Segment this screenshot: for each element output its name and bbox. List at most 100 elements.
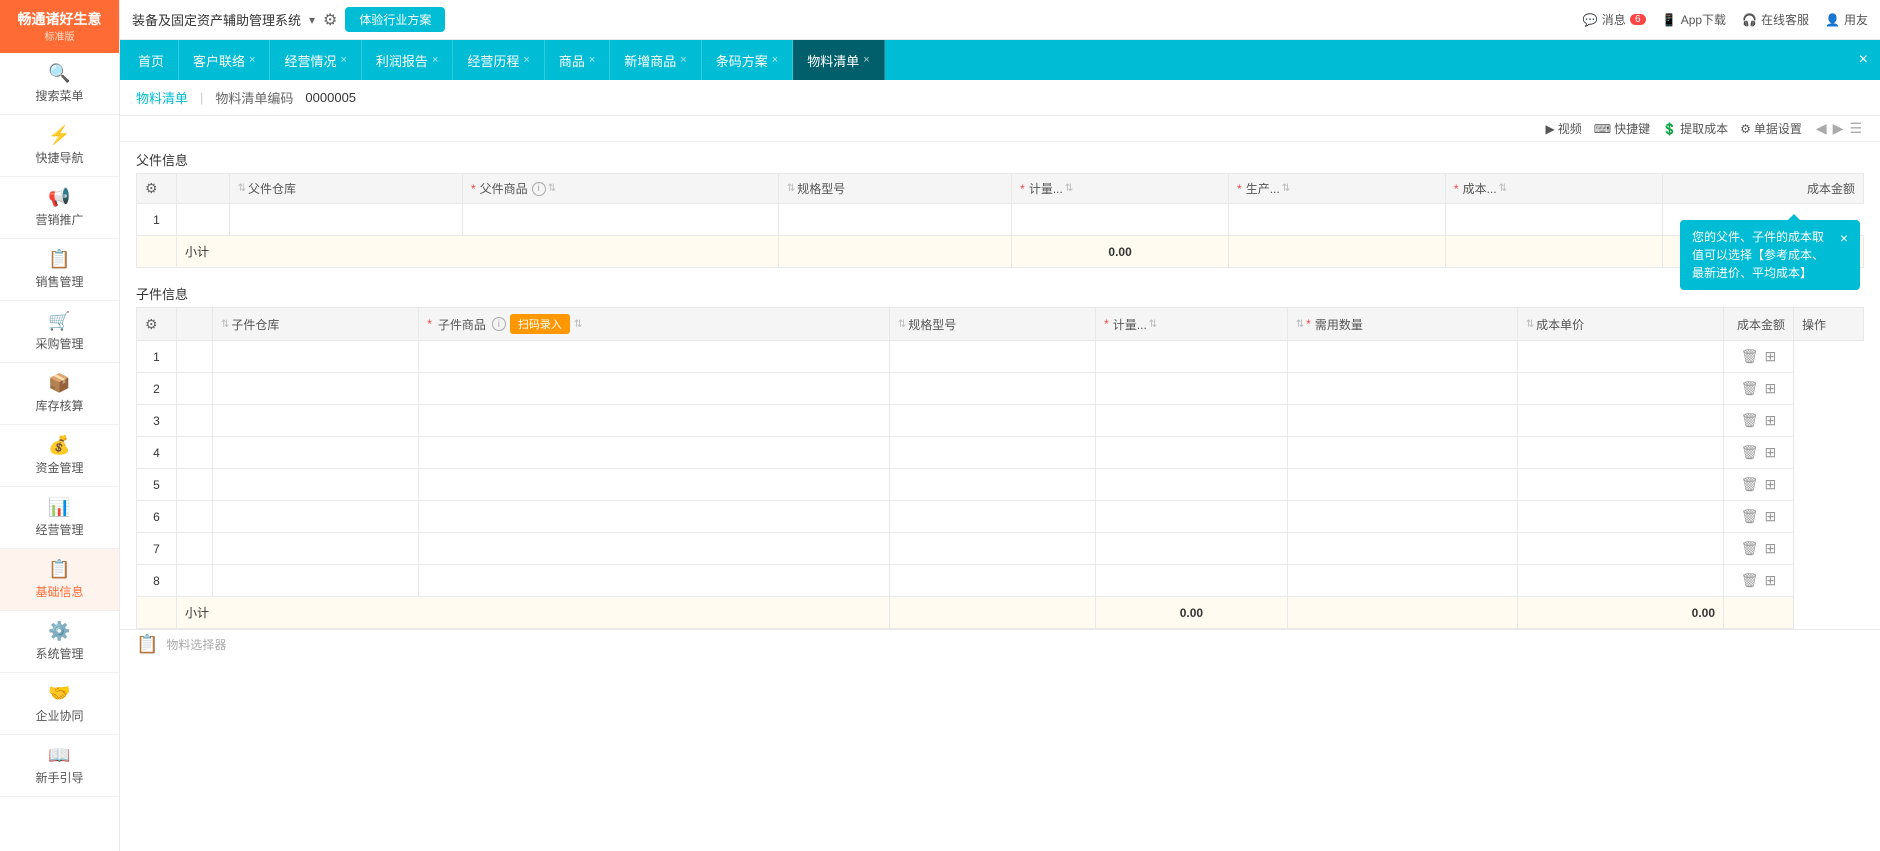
delete-icon[interactable]: 🗑 xyxy=(1741,348,1759,365)
sidebar-item-search[interactable]: 🔍 搜索菜单 xyxy=(0,53,119,115)
tab-home[interactable]: 首页 xyxy=(124,40,179,80)
row-warehouse[interactable] xyxy=(177,373,213,405)
sidebar-item-collab[interactable]: 🤝 企业协同 xyxy=(0,673,119,735)
sort-icon[interactable]: ⇅ xyxy=(221,319,229,330)
info-icon[interactable]: i xyxy=(532,182,546,196)
delete-icon[interactable]: 🗑 xyxy=(1741,540,1759,557)
nav-menu-btn[interactable]: ☰ xyxy=(1847,120,1864,137)
breadcrumb-bom-list[interactable]: 物料清单 xyxy=(136,88,188,107)
row-cost-price[interactable] xyxy=(1287,405,1517,437)
user-item[interactable]: 👤 用友 xyxy=(1825,11,1868,28)
row-warehouse[interactable] xyxy=(177,533,213,565)
row-warehouse[interactable] xyxy=(177,501,213,533)
copy-icon[interactable]: ⊞ xyxy=(1765,444,1777,461)
sort-icon[interactable]: ⇅ xyxy=(1499,183,1507,194)
sidebar-item-finance[interactable]: 💰 资金管理 xyxy=(0,425,119,487)
gear-icon[interactable]: ⚙ xyxy=(145,180,158,196)
sort-icon[interactable]: ⇅ xyxy=(1282,183,1290,194)
copy-icon[interactable]: ⊞ xyxy=(1765,572,1777,589)
row-unit[interactable] xyxy=(778,204,1011,236)
copy-icon[interactable]: ⊞ xyxy=(1765,476,1777,493)
sidebar-item-quicknav[interactable]: ⚡ 快捷导航 xyxy=(0,115,119,177)
delete-icon[interactable]: 🗑 xyxy=(1741,444,1759,461)
row-unit[interactable] xyxy=(889,469,1095,501)
tab-bom[interactable]: 物料清单 × xyxy=(793,40,884,80)
row-cost-price[interactable] xyxy=(1287,501,1517,533)
row-qty[interactable] xyxy=(1096,373,1288,405)
sort-icon[interactable]: ⇅ xyxy=(548,183,556,194)
gear-icon[interactable]: ⚙ xyxy=(145,316,158,332)
row-spec[interactable] xyxy=(419,533,890,565)
row-cost-price[interactable] xyxy=(1287,437,1517,469)
service-item[interactable]: 🎧 在线客服 xyxy=(1742,11,1809,28)
row-qty[interactable] xyxy=(1096,533,1288,565)
row-production[interactable] xyxy=(1012,204,1229,236)
tab-goods-close[interactable]: × xyxy=(589,54,595,66)
row-unit[interactable] xyxy=(889,565,1095,597)
sidebar-item-system[interactable]: ⚙️ 系统管理 xyxy=(0,611,119,673)
row-cost-price[interactable] xyxy=(1287,373,1517,405)
row-goods[interactable] xyxy=(213,373,419,405)
app-download-item[interactable]: 📱 App下载 xyxy=(1662,11,1726,28)
delete-icon[interactable]: 🗑 xyxy=(1741,412,1759,429)
row-unit[interactable] xyxy=(889,373,1095,405)
row-spec[interactable] xyxy=(462,204,778,236)
copy-icon[interactable]: ⊞ xyxy=(1765,412,1777,429)
row-spec[interactable] xyxy=(419,501,890,533)
parent-col-gear[interactable]: ⚙ xyxy=(137,174,177,204)
tab-profit[interactable]: 利润报告 × xyxy=(362,40,453,80)
tab-bom-close[interactable]: × xyxy=(863,54,869,66)
row-qty[interactable] xyxy=(1096,565,1288,597)
row-cost-price[interactable] xyxy=(1287,341,1517,373)
tab-operation-status-close[interactable]: × xyxy=(340,54,346,66)
sort-icon[interactable]: ⇅ xyxy=(574,319,582,330)
row-unit[interactable] xyxy=(889,437,1095,469)
sidebar-item-operation[interactable]: 📊 经营管理 xyxy=(0,487,119,549)
row-goods[interactable] xyxy=(213,501,419,533)
row-cost[interactable] xyxy=(1229,204,1446,236)
system-dropdown[interactable]: ▾ xyxy=(309,13,315,27)
row-spec[interactable] xyxy=(419,565,890,597)
action-shortcut[interactable]: ⌨ 快捷键 xyxy=(1594,120,1650,137)
sidebar-item-guide[interactable]: 📖 新手引导 xyxy=(0,735,119,797)
row-goods[interactable] xyxy=(213,533,419,565)
row-unit[interactable] xyxy=(889,341,1095,373)
tab-customer-close[interactable]: × xyxy=(249,54,255,66)
trial-button[interactable]: 体验行业方案 xyxy=(345,7,445,32)
sidebar-item-inventory[interactable]: 📦 库存核算 xyxy=(0,363,119,425)
row-qty[interactable] xyxy=(1096,341,1288,373)
row-spec[interactable] xyxy=(419,341,890,373)
scan-button[interactable]: 扫码录入 xyxy=(510,314,570,334)
tab-customer[interactable]: 客户联络 × xyxy=(179,40,270,80)
row-cost-price[interactable] xyxy=(1287,533,1517,565)
tab-barcode-close[interactable]: × xyxy=(772,54,778,66)
row-warehouse[interactable] xyxy=(177,469,213,501)
row-goods[interactable] xyxy=(213,565,419,597)
row-qty[interactable] xyxy=(1096,469,1288,501)
row-unit[interactable] xyxy=(889,533,1095,565)
row-spec[interactable] xyxy=(419,469,890,501)
row-warehouse[interactable] xyxy=(177,341,213,373)
row-goods[interactable] xyxy=(213,437,419,469)
tab-profit-close[interactable]: × xyxy=(432,54,438,66)
sidebar-item-purchase[interactable]: 🛒 采购管理 xyxy=(0,301,119,363)
row-goods[interactable] xyxy=(213,469,419,501)
delete-icon[interactable]: 🗑 xyxy=(1741,476,1759,493)
nav-next-btn[interactable]: ▶ xyxy=(1831,120,1846,137)
row-warehouse[interactable] xyxy=(177,204,230,236)
sort-icon[interactable]: ⇅ xyxy=(1149,319,1157,330)
tab-goods[interactable]: 商品 × xyxy=(545,40,610,80)
copy-icon[interactable]: ⊞ xyxy=(1765,540,1777,557)
sidebar-item-sales[interactable]: 📋 销售管理 xyxy=(0,239,119,301)
tab-operation-status[interactable]: 经营情况 × xyxy=(270,40,361,80)
row-warehouse[interactable] xyxy=(177,405,213,437)
delete-icon[interactable]: 🗑 xyxy=(1741,508,1759,525)
row-unit[interactable] xyxy=(889,405,1095,437)
row-warehouse[interactable] xyxy=(177,565,213,597)
sort-icon[interactable]: ⇅ xyxy=(787,183,795,194)
row-goods[interactable] xyxy=(213,341,419,373)
action-single-settings[interactable]: ⚙ 单据设置 xyxy=(1740,120,1802,137)
copy-icon[interactable]: ⊞ xyxy=(1765,380,1777,397)
row-warehouse[interactable] xyxy=(177,437,213,469)
copy-icon[interactable]: ⊞ xyxy=(1765,508,1777,525)
